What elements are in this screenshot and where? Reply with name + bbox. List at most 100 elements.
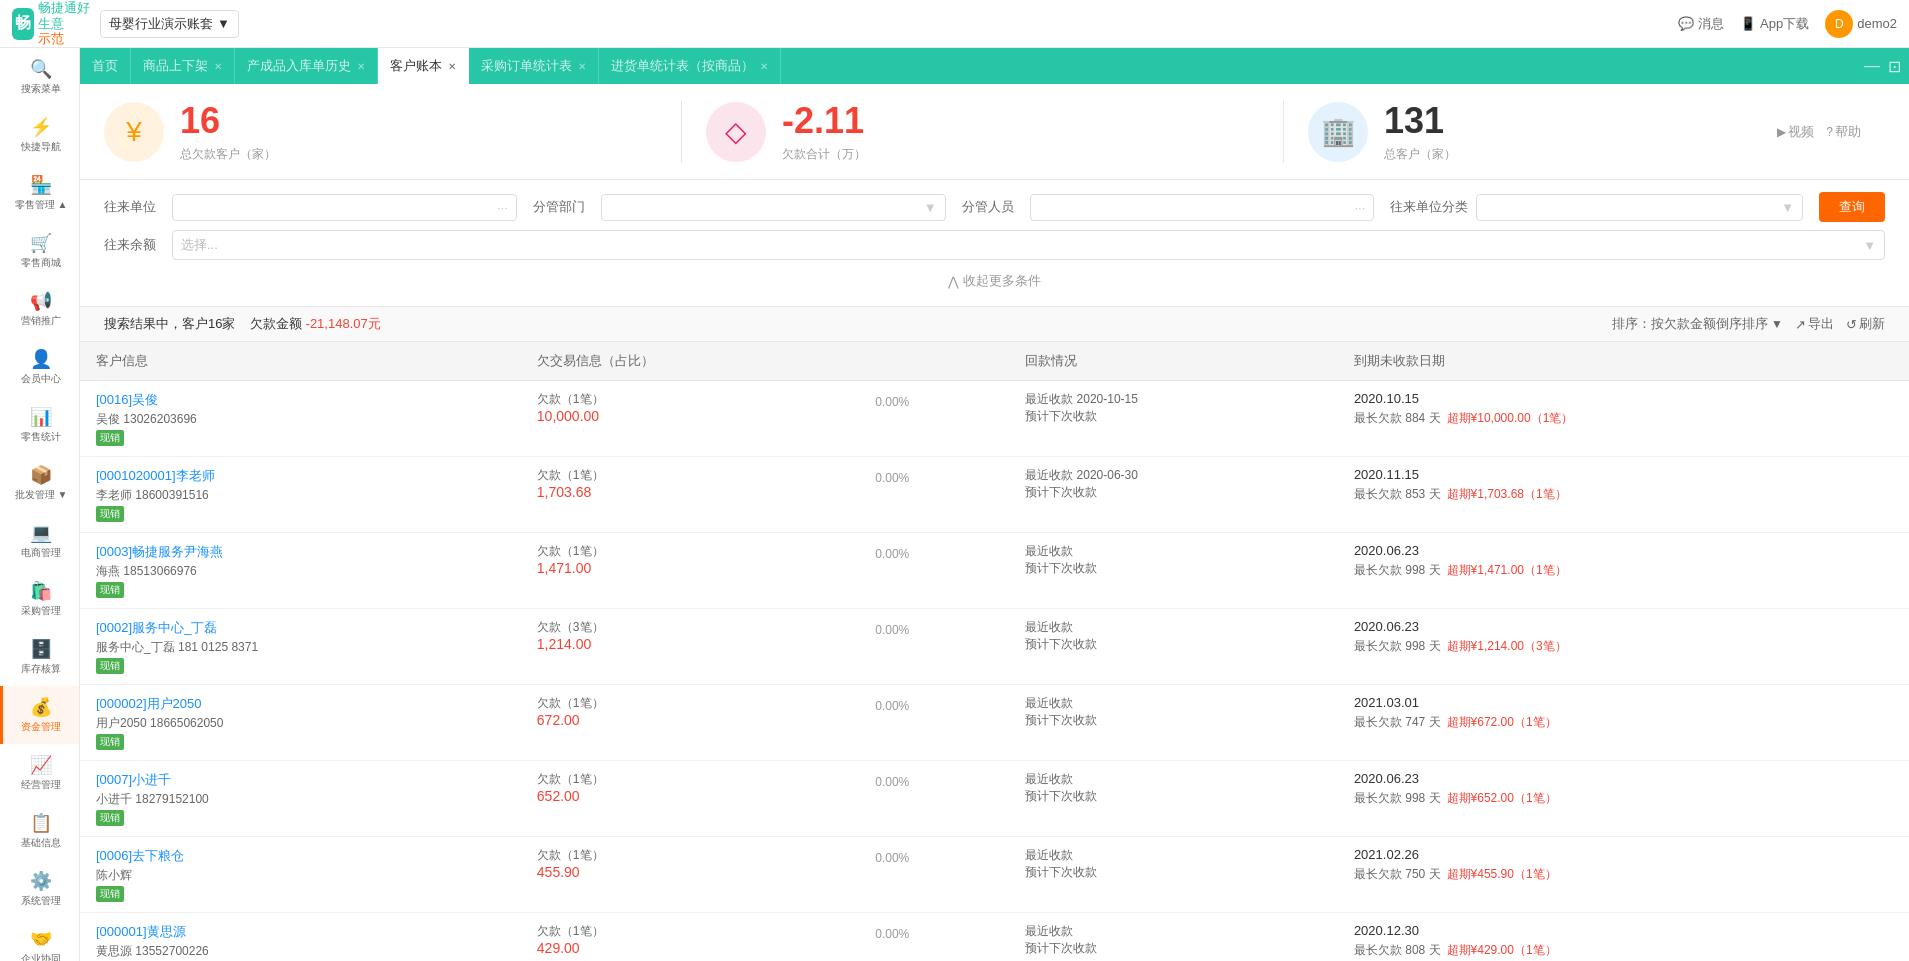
customer-name-link-7[interactable]: [000001]黄思源 (96, 923, 505, 941)
filter-select-dept[interactable]: ▼ (601, 194, 946, 221)
stat-info-2: -2.11 欠款合计（万） (782, 100, 866, 163)
tab-close-purchase-order[interactable]: ✕ (578, 61, 586, 72)
overdue-link-3[interactable]: 超期¥1,214.00（3笔） (1447, 638, 1567, 655)
message-btn[interactable]: 💬 消息 (1678, 15, 1724, 33)
tab-close-produce-history[interactable]: ✕ (357, 61, 365, 72)
stat-card-1: ¥ 16 总欠款客户（家） (104, 100, 682, 163)
tab-expand-btn[interactable]: ⊡ (1888, 57, 1901, 76)
overdue-link-5[interactable]: 超期¥652.00（1笔） (1447, 790, 1557, 807)
sidebar-item-system[interactable]: ⚙️ 系统管理 (0, 860, 79, 918)
sidebar-item-retail-store[interactable]: 🛒 零售商城 (0, 222, 79, 280)
customer-name-link-3[interactable]: [0002]服务中心_丁磊 (96, 619, 505, 637)
search-button[interactable]: 查询 (1819, 192, 1885, 222)
overdue-days-1: 最长欠款 853 天 (1354, 486, 1441, 503)
export-btn[interactable]: ↗导出 (1795, 315, 1834, 333)
col-due-date: 到期未收款日期 (1338, 342, 1909, 381)
retail-icon: 🏪 (30, 174, 52, 196)
debt-pct-0: 0.00% (875, 395, 993, 409)
tab-close-product-updown[interactable]: ✕ (214, 61, 222, 72)
sidebar-item-member[interactable]: 👤 会员中心 (0, 338, 79, 396)
table-area: 客户信息 欠交易信息（占比） 回款情况 到期未收款日期 [0016]吴俊 吴俊 … (80, 342, 1909, 961)
overdue-link-2[interactable]: 超期¥1,471.00（1笔） (1447, 562, 1567, 579)
tab-close-customer-account[interactable]: ✕ (448, 61, 456, 72)
app-download-btn[interactable]: 📱 App下载 (1740, 15, 1809, 33)
sidebar-item-marketing[interactable]: 📢 营销推广 (0, 280, 79, 338)
sidebar-item-purchase[interactable]: 🛍️ 采购管理 (0, 570, 79, 628)
tab-customer-account[interactable]: 客户账本 ✕ (378, 48, 469, 84)
store-selector[interactable]: 母婴行业演示账套 ▼ (100, 10, 239, 38)
user-menu[interactable]: D demo2 (1825, 10, 1897, 38)
tab-purchase-order[interactable]: 采购订单统计表 ✕ (469, 48, 599, 84)
customer-contact-6: 陈小辉 (96, 867, 505, 884)
cell-customer-3: [0002]服务中心_丁磊 服务中心_丁磊 181 0125 8371 现销 (80, 609, 521, 685)
debt-amount-2[interactable]: 1,471.00 (537, 560, 843, 576)
inventory-icon: 🗄️ (30, 638, 52, 660)
sidebar-item-inventory[interactable]: 🗄️ 库存核算 (0, 628, 79, 686)
sidebar-item-quick-nav[interactable]: ⚡ 快捷导航 (0, 106, 79, 164)
sidebar-item-enterprise[interactable]: 🤝 企业协同 (0, 918, 79, 961)
retailstat-icon: 📊 (30, 406, 52, 428)
customer-name-link-0[interactable]: [0016]吴俊 (96, 391, 505, 409)
overdue-link-0[interactable]: 超期¥10,000.00（1笔） (1447, 410, 1574, 427)
refresh-btn[interactable]: ↺刷新 (1846, 315, 1885, 333)
stat-top-right-links: ▶ 视频 ? 帮助 (1777, 123, 1861, 141)
tab-minimize-btn[interactable]: — (1864, 57, 1880, 75)
debt-amount-5[interactable]: 652.00 (537, 788, 843, 804)
sidebar-item-basic[interactable]: 📋 基础信息 (0, 802, 79, 860)
overdue-link-4[interactable]: 超期¥672.00（1笔） (1447, 714, 1557, 731)
overdue-link-1[interactable]: 超期¥1,703.68（1笔） (1447, 486, 1567, 503)
tab-product-updown[interactable]: 商品上下架 ✕ (131, 48, 235, 84)
table-row: [0007]小进千 小进千 18279152100 现销 欠款（1笔） 652.… (80, 761, 1909, 837)
cell-return-4: 最近收款 预计下次收款 (1009, 685, 1338, 761)
debt-amount-4[interactable]: 672.00 (537, 712, 843, 728)
cell-customer-6: [0006]去下粮仓 陈小辉 现销 (80, 837, 521, 913)
debt-pct-4: 0.00% (875, 699, 993, 713)
stat-icon-total-customers: 🏢 (1308, 102, 1368, 162)
customer-name-link-5[interactable]: [0007]小进千 (96, 771, 505, 789)
table-row: [0006]去下粮仓 陈小辉 现销 欠款（1笔） 455.90 0.00% 最近… (80, 837, 1909, 913)
filter-input-unit[interactable]: ··· (172, 194, 517, 221)
tab-home[interactable]: 首页 (80, 48, 131, 84)
video-link[interactable]: ▶ 视频 (1777, 123, 1814, 141)
tab-produce-history[interactable]: 产成品入库单历史 ✕ (235, 48, 378, 84)
help-link[interactable]: ? 帮助 (1826, 123, 1861, 141)
overdue-link-7[interactable]: 超期¥429.00（1笔） (1447, 942, 1557, 959)
debt-label-7: 欠款（1笔） (537, 923, 843, 940)
filter-input-person[interactable]: ··· (1030, 194, 1375, 221)
sidebar-item-search[interactable]: 🔍 搜索菜单 (0, 48, 79, 106)
customer-name-link-6[interactable]: [0006]去下粮仓 (96, 847, 505, 865)
customer-contact-7: 黄思源 13552700226 (96, 943, 505, 960)
sidebar-item-finance[interactable]: 💰 资金管理 (0, 686, 79, 744)
sort-selector[interactable]: 排序：按欠款金额倒序排序 ▼ (1612, 315, 1783, 333)
tab-close-import-stat[interactable]: ✕ (760, 61, 768, 72)
filter-label-unit: 往来单位 (104, 198, 164, 216)
debt-amount-0[interactable]: 10,000.00 (537, 408, 843, 424)
cell-customer-5: [0007]小进千 小进千 18279152100 现销 (80, 761, 521, 837)
tab-bar-actions: — ⊡ (1856, 48, 1909, 84)
debt-amount-7[interactable]: 429.00 (537, 940, 843, 956)
customer-name-link-1[interactable]: [0001020001]李老师 (96, 467, 505, 485)
customer-name-link-4[interactable]: [000002]用户2050 (96, 695, 505, 713)
due-date-5: 2020.06.23 (1354, 771, 1893, 786)
purchase-icon: 🛍️ (30, 580, 52, 602)
sidebar-item-ecom[interactable]: 💻 电商管理 (0, 512, 79, 570)
tab-import-stat[interactable]: 进货单统计表（按商品） ✕ (599, 48, 781, 84)
table-row: [0002]服务中心_丁磊 服务中心_丁磊 181 0125 8371 现销 欠… (80, 609, 1909, 685)
sidebar-item-retail-stat[interactable]: 📊 零售统计 (0, 396, 79, 454)
filter-select-category[interactable]: ▼ (1476, 194, 1803, 221)
debt-amount-1[interactable]: 1,703.68 (537, 484, 843, 500)
filter-select-balance[interactable]: 选择...▼ (172, 230, 1885, 260)
debt-amount-6[interactable]: 455.90 (537, 864, 843, 880)
debt-amount-3[interactable]: 1,214.00 (537, 636, 843, 652)
customer-name-link-2[interactable]: [0003]畅捷服务尹海燕 (96, 543, 505, 561)
col-debt-info: 欠交易信息（占比） (521, 342, 859, 381)
sidebar: 🔍 搜索菜单 ⚡ 快捷导航 🏪 零售管理 ▲ 🛒 零售商城 📢 营销推广 👤 会… (0, 48, 80, 961)
overdue-link-6[interactable]: 超期¥455.90（1笔） (1447, 866, 1557, 883)
sidebar-item-retail-mgmt[interactable]: 🏪 零售管理 ▲ (0, 164, 79, 222)
collapse-filter-btn[interactable]: ⋀ 收起更多条件 (104, 268, 1885, 294)
cell-due-7: 2020.12.30 最长欠款 808 天 超期¥429.00（1笔） (1338, 913, 1909, 962)
cell-debt-4: 欠款（1笔） 672.00 (521, 685, 859, 761)
sidebar-item-operation[interactable]: 📈 经营管理 (0, 744, 79, 802)
cell-debt-pct-4: 0.00% (859, 685, 1009, 761)
sidebar-item-batch-mgmt[interactable]: 📦 批发管理 ▼ (0, 454, 79, 512)
